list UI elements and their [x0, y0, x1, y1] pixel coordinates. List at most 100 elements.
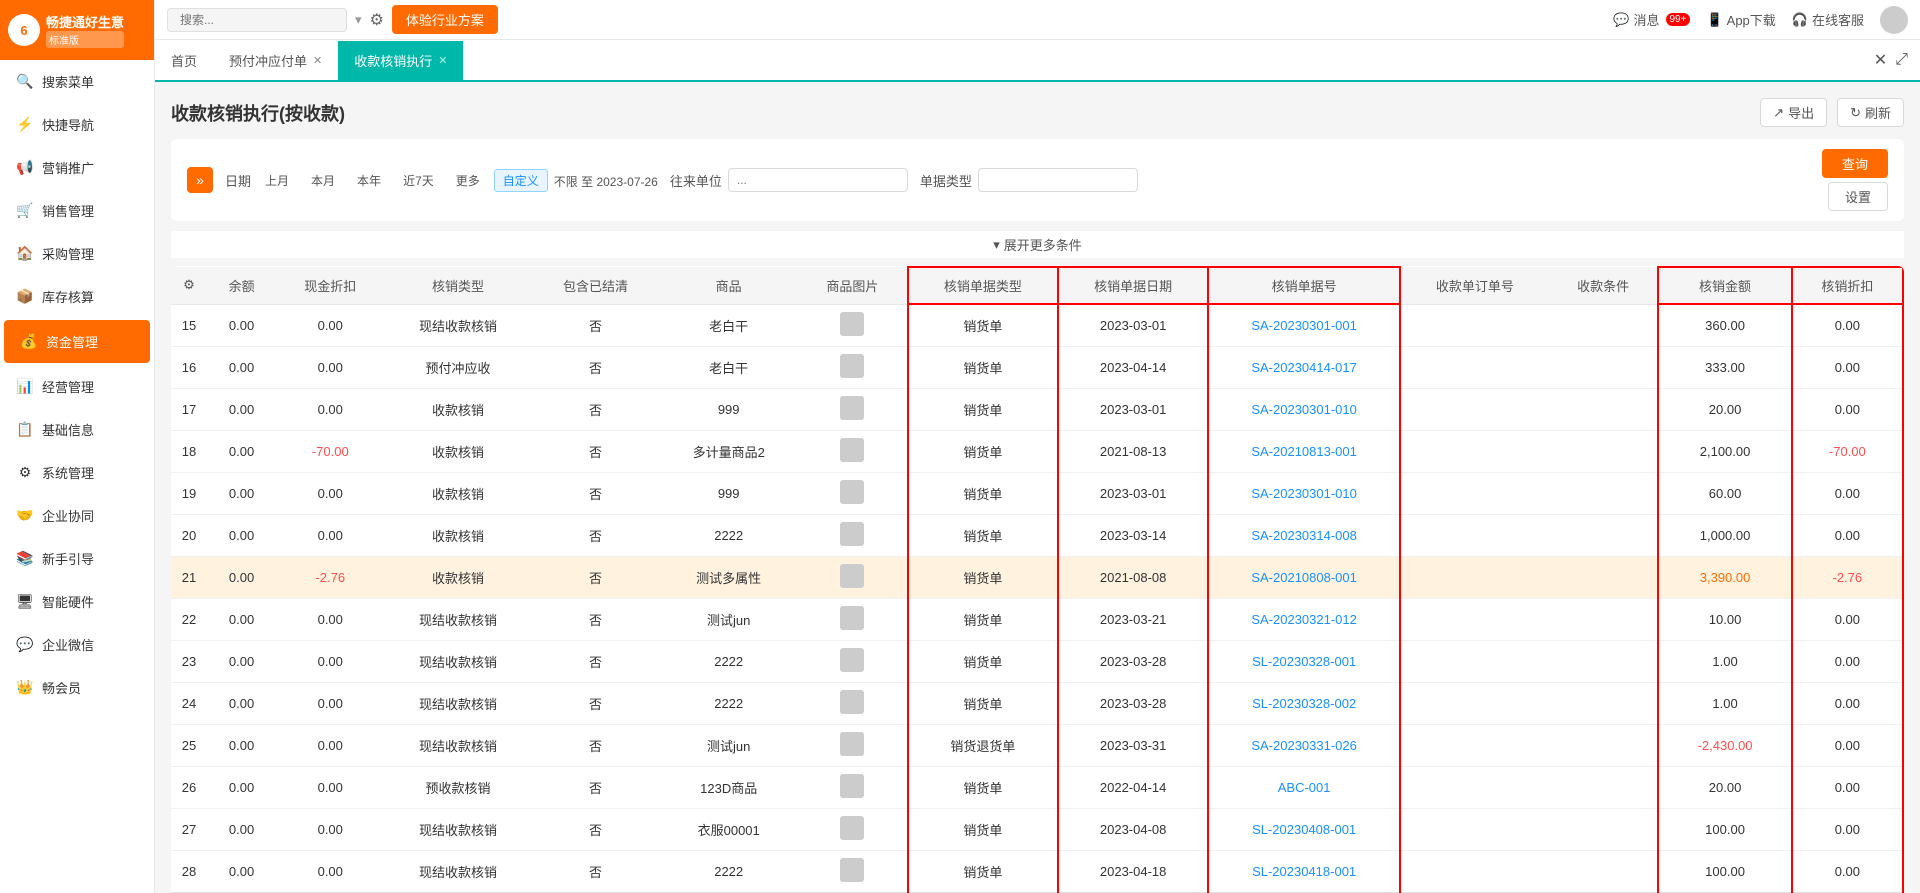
filter-more-btn[interactable]: 更多	[448, 170, 488, 191]
cell-settled: 否	[532, 808, 660, 850]
filter-this-month-btn[interactable]: 本月	[303, 170, 343, 191]
doc-no-link[interactable]: SA-20230321-012	[1251, 612, 1357, 627]
th-gear[interactable]: ⚙	[171, 267, 207, 304]
cell-balance: 0.00	[207, 430, 276, 472]
cell-balance: 0.00	[207, 304, 276, 346]
sidebar-item-finance[interactable]: 💰资金管理	[4, 320, 150, 363]
filter-date-group: 日期 上月 本月 本年 近7天 更多 自定义 不限 至 2023-07-26	[225, 169, 658, 192]
doc-no-link[interactable]: SA-20230301-010	[1251, 486, 1357, 501]
online-service-item[interactable]: 🎧 在线客服	[1792, 10, 1864, 29]
sidebar-item-inventory[interactable]: 📦库存核算	[0, 275, 154, 318]
sidebar-item-purchase[interactable]: 🏠采购管理	[0, 232, 154, 275]
sidebar-nav: 🔍搜索菜单⚡快捷导航📢营销推广🛒销售管理🏠采购管理📦库存核算💰资金管理📊经营管理…	[0, 60, 154, 709]
cell-type: 现结收款核销	[384, 682, 531, 724]
doc-no-link[interactable]: SA-20230331-026	[1251, 738, 1357, 753]
doc-no-link[interactable]: ABC-001	[1278, 780, 1331, 795]
cell-type: 预收款核销	[384, 766, 531, 808]
inventory-label: 库存核算	[42, 287, 94, 306]
doc-no-link[interactable]: SA-20230414-017	[1251, 360, 1357, 375]
tab-home[interactable]: 首页	[155, 41, 213, 82]
topbar-dropdown-arrow[interactable]: ▾	[355, 12, 362, 28]
industry-btn[interactable]: 体验行业方案	[392, 5, 498, 34]
doc-no-link[interactable]: SL-20230408-001	[1252, 822, 1356, 837]
tab-receipt-label: 收款核销执行	[354, 51, 432, 70]
filter-counterpart-input[interactable]	[728, 168, 908, 192]
filter-expand-btn[interactable]: »	[187, 167, 213, 193]
topbar-search-input[interactable]	[167, 8, 347, 32]
purchase-icon: 🏠	[16, 245, 34, 262]
cell-settled: 否	[532, 556, 660, 598]
app-download-item[interactable]: 📱 App下载	[1706, 10, 1775, 29]
cell-goods-img	[798, 472, 908, 514]
sidebar-item-marketing[interactable]: 📢营销推广	[0, 146, 154, 189]
tab-prepay-close[interactable]: ✕	[313, 54, 322, 67]
doc-no-link[interactable]: SA-20210808-001	[1251, 570, 1357, 585]
cell-cash-discount: 0.00	[318, 780, 343, 795]
settings-btn[interactable]: 设置	[1828, 182, 1888, 211]
cell-amount: 3,390.00	[1658, 556, 1791, 598]
export-btn[interactable]: ↗ 导出	[1760, 98, 1827, 127]
expand-more-btn[interactable]: ▾ 展开更多条件	[171, 231, 1904, 258]
doc-no-link[interactable]: SA-20230301-001	[1251, 318, 1357, 333]
th-goods: 商品	[659, 267, 798, 304]
message-item[interactable]: 💬 消息 99+	[1613, 10, 1690, 29]
doc-no-link[interactable]: SL-20230328-002	[1252, 696, 1356, 711]
cell-doc-type: 销货单	[908, 640, 1058, 682]
filter-doctype-select[interactable]	[978, 168, 1138, 192]
sidebar-item-member[interactable]: 👑畅会员	[0, 666, 154, 709]
cell-amount: 100.00	[1658, 850, 1791, 893]
refresh-btn[interactable]: ↻ 刷新	[1837, 98, 1904, 127]
cell-amount: 1,000.00	[1658, 514, 1791, 556]
doc-no-link[interactable]: SA-20230314-008	[1251, 528, 1357, 543]
filter-last-month-btn[interactable]: 上月	[257, 170, 297, 191]
page-actions: ↗ 导出 ↻ 刷新	[1760, 98, 1904, 127]
topbar-gear-icon[interactable]: ⚙	[370, 10, 384, 30]
cell-discount: 0.00	[1792, 472, 1903, 514]
doc-no-link[interactable]: SL-20230418-001	[1252, 864, 1356, 879]
cell-condition	[1549, 766, 1659, 808]
cell-goods: 多计量商品2	[659, 430, 798, 472]
filter-date-options: 上月 本月 本年 近7天 更多 自定义	[257, 169, 548, 192]
cell-cash-discount: 0.00	[318, 738, 343, 753]
query-btn[interactable]: 查询	[1822, 149, 1888, 178]
sidebar-item-system[interactable]: ⚙系统管理	[0, 451, 154, 494]
cell-doc-no: SA-20230321-012	[1208, 598, 1400, 640]
filter-last7-btn[interactable]: 近7天	[395, 170, 442, 191]
cell-condition	[1549, 640, 1659, 682]
sidebar-item-basic-info[interactable]: 📋基础信息	[0, 408, 154, 451]
sidebar-item-beginner[interactable]: 📚新手引导	[0, 537, 154, 580]
sidebar-item-business[interactable]: 📊经营管理	[0, 365, 154, 408]
cell-goods: 999	[659, 388, 798, 430]
table-row: 280.000.00现结收款核销否2222销货单2023-04-18SL-202…	[171, 850, 1903, 893]
cell-doc-date: 2023-03-21	[1058, 598, 1208, 640]
sidebar-item-sales[interactable]: 🛒销售管理	[0, 189, 154, 232]
tab-receipt[interactable]: 收款核销执行 ✕	[338, 41, 463, 82]
table-row: 210.00-2.76收款核销否测试多属性销货单2021-08-08SA-202…	[171, 556, 1903, 598]
cell-amount: 333.00	[1658, 346, 1791, 388]
doc-no-link[interactable]: SA-20230301-010	[1251, 402, 1357, 417]
sidebar-item-smart-hw[interactable]: 🖥智能硬件	[0, 580, 154, 623]
sidebar-item-search-menu[interactable]: 🔍搜索菜单	[0, 60, 154, 103]
tab-receipt-close[interactable]: ✕	[438, 54, 447, 67]
sidebar-item-enterprise[interactable]: 🤝企业协同	[0, 494, 154, 537]
avatar[interactable]	[1880, 6, 1908, 34]
enterprise-wechat-icon: 💬	[16, 636, 34, 653]
sidebar-item-enterprise-wechat[interactable]: 💬企业微信	[0, 623, 154, 666]
logo-icon: 6	[8, 14, 40, 46]
enterprise-label: 企业协同	[42, 506, 94, 525]
doc-no-link[interactable]: SA-20210813-001	[1251, 444, 1357, 459]
marketing-icon: 📢	[16, 159, 34, 176]
sidebar: 6 畅捷通好生意 标准版 🔍搜索菜单⚡快捷导航📢营销推广🛒销售管理🏠采购管理📦库…	[0, 0, 155, 893]
doc-no-link[interactable]: SL-20230328-001	[1252, 654, 1356, 669]
filter-custom-btn[interactable]: 自定义	[494, 169, 548, 192]
beginner-icon: 📚	[16, 550, 34, 567]
cell-condition	[1549, 556, 1659, 598]
filter-this-year-btn[interactable]: 本年	[349, 170, 389, 191]
cell-goods-img	[798, 514, 908, 556]
cell-cash-discount: -70.00	[312, 444, 349, 459]
cell-goods: 999	[659, 472, 798, 514]
sidebar-item-quick-nav[interactable]: ⚡快捷导航	[0, 103, 154, 146]
tab-close-all-icon[interactable]: ✕	[1874, 50, 1887, 70]
tab-prepay[interactable]: 预付冲应付单 ✕	[213, 41, 338, 82]
tab-maximize-icon[interactable]: ⤢	[1895, 51, 1908, 69]
